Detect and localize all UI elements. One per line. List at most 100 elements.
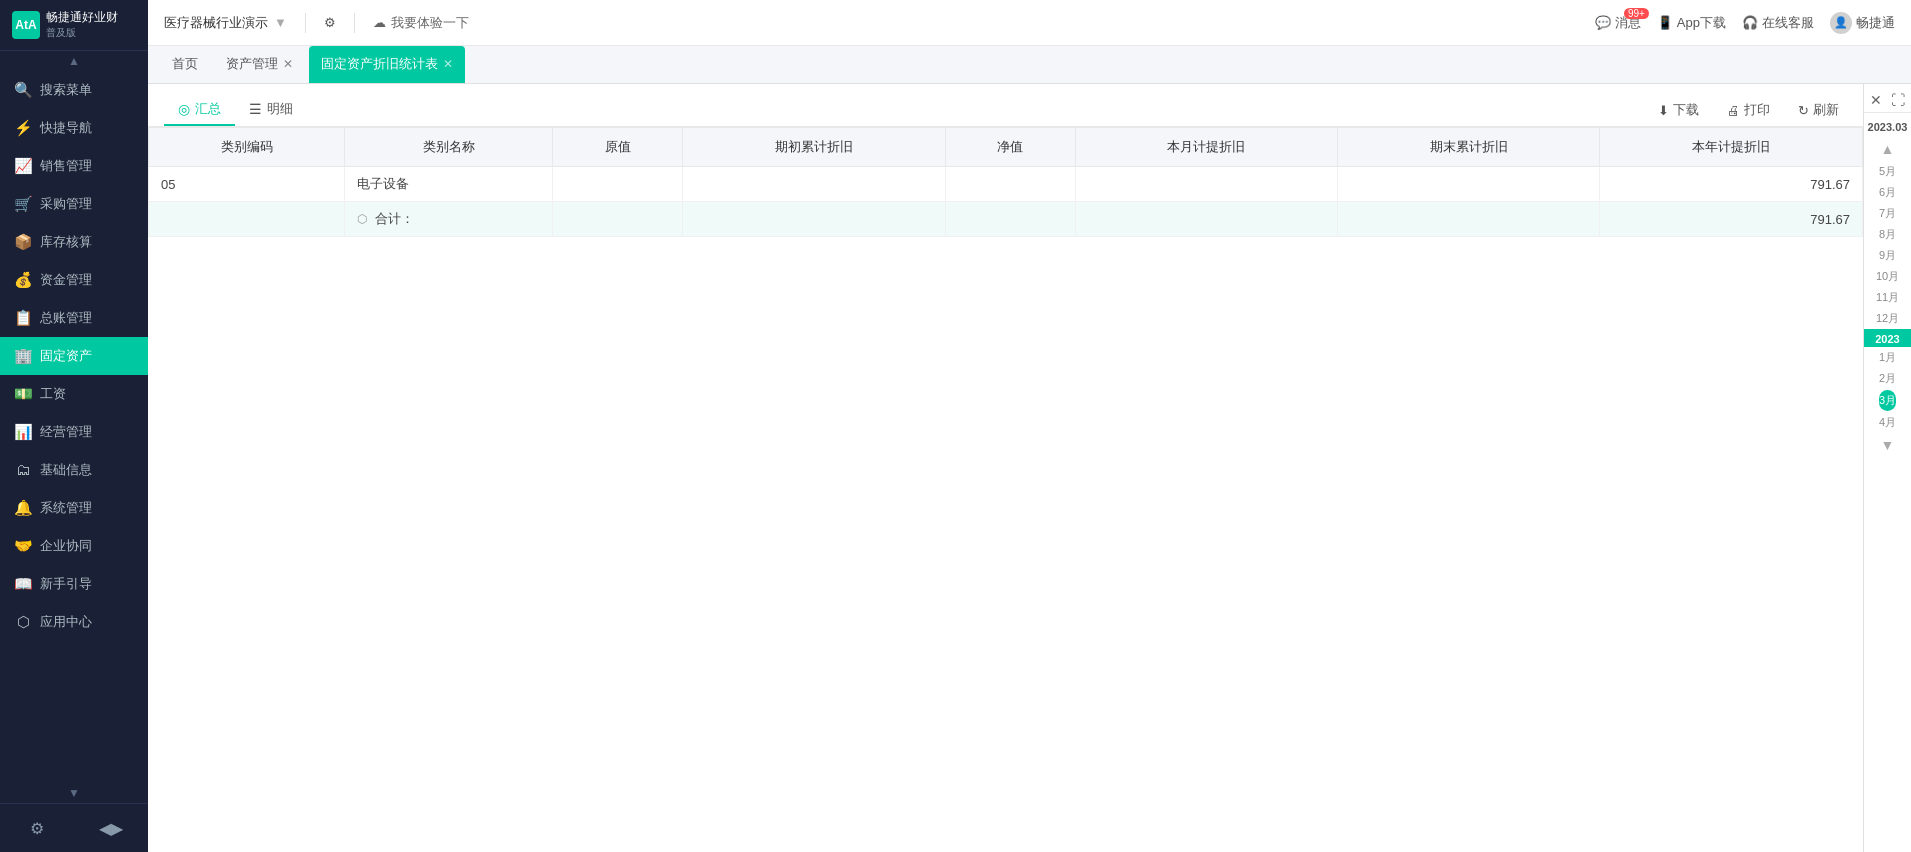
- subtab-detail[interactable]: ☰ 明细: [235, 94, 307, 126]
- sidebar-item-label-system: 系统管理: [40, 499, 92, 517]
- row-month-dep: [1075, 167, 1337, 202]
- right-panel-expand-button[interactable]: ⛶: [1891, 92, 1905, 108]
- col-code: 类别编码: [149, 128, 345, 167]
- tl-month-7[interactable]: 7月: [1874, 203, 1901, 224]
- tl-month-6[interactable]: 6月: [1874, 182, 1901, 203]
- tl-month-2[interactable]: 2月: [1873, 368, 1902, 389]
- sidebar-item-label-fixed-assets: 固定资产: [40, 347, 92, 365]
- sidebar-item-basic-info[interactable]: 🗂 基础信息: [0, 451, 148, 489]
- logo-icon: AtA: [12, 11, 40, 39]
- table-header-row: 类别编码 类别名称 原值 期初累计折旧 净值 本月计提折旧 期末累计折旧 本年计…: [149, 128, 1863, 167]
- subtotal-net: [945, 202, 1075, 237]
- timeline: 2023.03 ▲ 5月 6月 7月 8月 9月 10月 11月 12月 202…: [1864, 113, 1911, 852]
- subtab-summary-label: 汇总: [195, 100, 221, 118]
- tab-depreciation-close[interactable]: ✕: [443, 57, 453, 71]
- sidebar-item-operations[interactable]: 📊 经营管理: [0, 413, 148, 451]
- collapse-icon[interactable]: ◀▶: [95, 812, 127, 844]
- sidebar-item-label-quicknav: 快捷导航: [40, 119, 92, 137]
- subtotal-original: [553, 202, 683, 237]
- experience-button[interactable]: ☁ 我要体验一下: [373, 14, 469, 32]
- user-avatar[interactable]: 👤 畅捷通: [1830, 12, 1895, 34]
- topbar-divider-2: [354, 13, 355, 33]
- topbar-right: 💬 消息 99+ 📱 App下载 🎧 在线客服 👤 畅捷通: [1595, 12, 1895, 34]
- tl-month-4[interactable]: 4月: [1873, 412, 1902, 433]
- operations-icon: 📊: [14, 423, 32, 441]
- timeline-nav-up[interactable]: ▲: [1864, 137, 1911, 161]
- row-end-accum: [1338, 167, 1600, 202]
- sidebar-item-fixed-assets[interactable]: 🏢 固定资产: [0, 337, 148, 375]
- topbar: 医疗器械行业演示 ▼ ⚙ ☁ 我要体验一下 💬 消息 99+ 📱 App下载 🎧…: [148, 0, 1911, 46]
- tl-month-3-active[interactable]: 3月: [1879, 390, 1896, 411]
- tl-month-9[interactable]: 9月: [1874, 245, 1901, 266]
- message-button[interactable]: 💬 消息 99+: [1595, 14, 1641, 32]
- logo-subtitle: 普及版: [46, 26, 118, 40]
- tl-month-5[interactable]: 5月: [1874, 161, 1901, 182]
- year-label: 2023.03: [1866, 117, 1910, 137]
- refresh-label: 刷新: [1813, 101, 1839, 119]
- sidebar-item-label-search: 搜索菜单: [40, 81, 92, 99]
- sidebar-item-quicknav[interactable]: ⚡ 快捷导航: [0, 109, 148, 147]
- timeline-nav-down[interactable]: ▼: [1864, 433, 1911, 457]
- sidebar-item-purchase[interactable]: 🛒 采购管理: [0, 185, 148, 223]
- sales-icon: 📈: [14, 157, 32, 175]
- sidebar-item-finance[interactable]: 💰 资金管理: [0, 261, 148, 299]
- tl-month-10[interactable]: 10月: [1874, 266, 1901, 287]
- tab-home[interactable]: 首页: [160, 46, 210, 83]
- tl-month-1[interactable]: 1月: [1873, 347, 1902, 368]
- app-download-label: App下载: [1677, 14, 1726, 32]
- sidebar-item-collab[interactable]: 🤝 企业协同: [0, 527, 148, 565]
- tab-asset-management[interactable]: 资产管理 ✕: [214, 46, 305, 83]
- sidebar-scroll-up[interactable]: ▲: [0, 51, 148, 71]
- tab-asset-management-close[interactable]: ✕: [283, 57, 293, 71]
- online-service-button[interactable]: 🎧 在线客服: [1742, 14, 1814, 32]
- col-year-dep: 本年计提折旧: [1600, 128, 1863, 167]
- subtab-summary[interactable]: ◎ 汇总: [164, 94, 235, 126]
- refresh-button[interactable]: ↻ 刷新: [1790, 97, 1847, 123]
- sidebar-menu: 🔍 搜索菜单 ⚡ 快捷导航 📈 销售管理 🛒 采购管理 📦 库存核算 💰 资金管…: [0, 71, 148, 783]
- row-year-dep: 791.67: [1600, 167, 1863, 202]
- tabbar: 首页 资产管理 ✕ 固定资产折旧统计表 ✕: [148, 46, 1911, 84]
- subtotal-period-accum: [683, 202, 945, 237]
- col-original: 原值: [553, 128, 683, 167]
- system-icon: 🔔: [14, 499, 32, 517]
- timeline-year-2023[interactable]: 2023: [1864, 329, 1911, 347]
- topbar-divider: [305, 13, 306, 33]
- sidebar-bottom: ⚙ ◀▶: [0, 803, 148, 852]
- sidebar-scroll-down[interactable]: ▼: [0, 783, 148, 803]
- content-area: ◎ 汇总 ☰ 明细 ⬇ 下载 🖨 打印: [148, 84, 1911, 852]
- sidebar-item-label-salary: 工资: [40, 385, 66, 403]
- sidebar-item-guide[interactable]: 📖 新手引导: [0, 565, 148, 603]
- experience-label: 我要体验一下: [391, 14, 469, 32]
- finance-icon: 💰: [14, 271, 32, 289]
- sidebar-item-sales[interactable]: 📈 销售管理: [0, 147, 148, 185]
- table-row: 05 电子设备 791.67: [149, 167, 1863, 202]
- sidebar-item-system[interactable]: 🔔 系统管理: [0, 489, 148, 527]
- download-button[interactable]: ⬇ 下载: [1650, 97, 1707, 123]
- sidebar-item-inventory[interactable]: 📦 库存核算: [0, 223, 148, 261]
- tab-depreciation[interactable]: 固定资产折旧统计表 ✕: [309, 46, 465, 83]
- settings-button[interactable]: ⚙: [324, 15, 336, 30]
- sidebar-item-salary[interactable]: 💵 工资: [0, 375, 148, 413]
- message-badge: 99+: [1624, 8, 1649, 19]
- sidebar-item-app-center[interactable]: ⬡ 应用中心: [0, 603, 148, 641]
- sidebar-item-search[interactable]: 🔍 搜索菜单: [0, 71, 148, 109]
- company-dropdown-icon: ▼: [274, 15, 287, 30]
- row-name: 电子设备: [345, 167, 553, 202]
- sidebar-item-label-sales: 销售管理: [40, 157, 92, 175]
- settings-icon[interactable]: ⚙: [21, 812, 53, 844]
- print-button[interactable]: 🖨 打印: [1719, 97, 1778, 123]
- tl-month-12[interactable]: 12月: [1874, 308, 1901, 329]
- sidebar-item-label-finance: 资金管理: [40, 271, 92, 289]
- right-panel-header: ✕ ⛶: [1864, 88, 1911, 113]
- col-name: 类别名称: [345, 128, 553, 167]
- tl-month-11[interactable]: 11月: [1874, 287, 1901, 308]
- download-icon: ⬇: [1658, 103, 1669, 118]
- main-content: 医疗器械行业演示 ▼ ⚙ ☁ 我要体验一下 💬 消息 99+ 📱 App下载 🎧…: [148, 0, 1911, 852]
- tl-month-8[interactable]: 8月: [1874, 224, 1901, 245]
- subtotal-month-dep: [1075, 202, 1337, 237]
- guide-icon: 📖: [14, 575, 32, 593]
- company-selector[interactable]: 医疗器械行业演示 ▼: [164, 14, 287, 32]
- right-panel-close-button[interactable]: ✕: [1870, 92, 1882, 108]
- app-download-button[interactable]: 📱 App下载: [1657, 14, 1726, 32]
- sidebar-item-ledger[interactable]: 📋 总账管理: [0, 299, 148, 337]
